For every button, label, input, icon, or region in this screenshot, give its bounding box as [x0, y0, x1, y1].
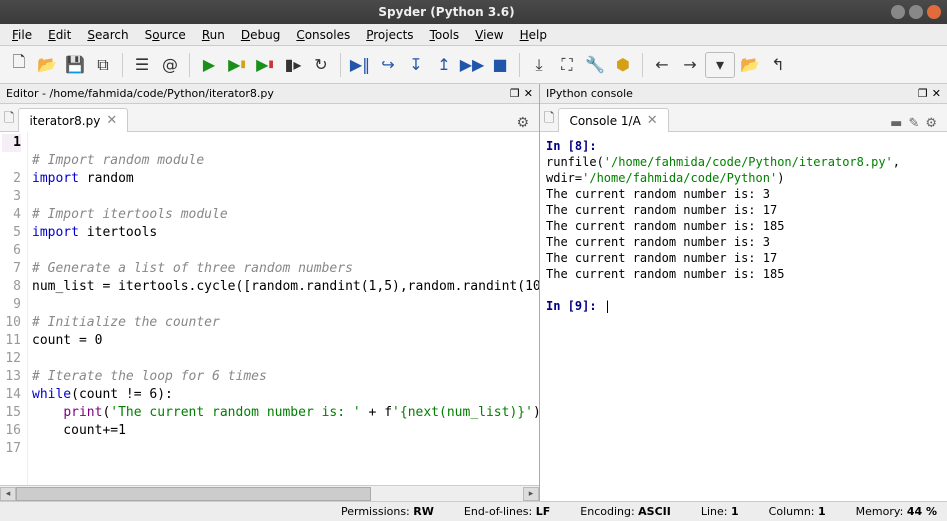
separator: [642, 53, 643, 77]
rerun-icon[interactable]: ↻: [308, 52, 334, 78]
continue-icon[interactable]: ▶▶: [459, 52, 485, 78]
editor-header: Editor - /home/fahmida/code/Python/itera…: [0, 84, 539, 104]
editor-header-title: Editor - /home/fahmida/code/Python/itera…: [6, 87, 510, 100]
parent-dir-icon[interactable]: ↰: [765, 52, 791, 78]
menu-run[interactable]: Run: [194, 26, 233, 44]
step-into-icon[interactable]: ↧: [403, 52, 429, 78]
browse-icon[interactable]: 📂: [737, 52, 763, 78]
menu-file[interactable]: File: [4, 26, 40, 44]
run-icon[interactable]: ▶: [196, 52, 222, 78]
maximize-pane-icon[interactable]: ⛶: [554, 52, 580, 78]
menu-help[interactable]: Help: [512, 26, 555, 44]
undock-icon[interactable]: ❐: [510, 87, 520, 100]
import-icon[interactable]: ⤓: [526, 52, 552, 78]
console-output[interactable]: In [8]: runfile('/home/fahmida/code/Pyth…: [540, 132, 947, 501]
save-icon[interactable]: 💾: [62, 52, 88, 78]
menubar: File Edit Search Source Run Debug Consol…: [0, 24, 947, 46]
python-icon[interactable]: ⬢: [610, 52, 636, 78]
outline-icon[interactable]: ☰: [129, 52, 155, 78]
status-column: Column: 1: [769, 505, 826, 518]
editor-tabs: 🗋 iterator8.py ✕ ⚙: [0, 104, 539, 132]
tab-close-icon[interactable]: ✕: [106, 113, 117, 128]
menu-debug[interactable]: Debug: [233, 26, 288, 44]
status-eol: End-of-lines: LF: [464, 505, 550, 518]
console-header-title: IPython console: [546, 87, 918, 100]
step-over-icon[interactable]: ↪: [375, 52, 401, 78]
console-list-icon[interactable]: 🗋: [544, 109, 554, 131]
status-permissions: Permissions: RW: [341, 505, 434, 518]
cwd-dropdown[interactable]: ▾: [705, 52, 735, 78]
step-out-icon[interactable]: ↥: [431, 52, 457, 78]
interrupt-icon[interactable]: ▬: [890, 116, 902, 131]
scroll-thumb[interactable]: [16, 487, 371, 501]
code-editor[interactable]: 1 2 3 4 5 6 7 8 9 10 11 12 13 14 15 16 1…: [0, 132, 539, 485]
console-tab-label: Console 1/A: [569, 114, 640, 128]
statusbar: Permissions: RW End-of-lines: LF Encodin…: [0, 501, 947, 521]
editor-tab-label: iterator8.py: [29, 114, 100, 128]
menu-search[interactable]: Search: [79, 26, 136, 44]
menu-projects[interactable]: Projects: [358, 26, 421, 44]
scroll-left-icon[interactable]: ◂: [0, 487, 16, 501]
close-pane-icon[interactable]: ✕: [932, 87, 941, 100]
gear-icon[interactable]: ⚙: [925, 116, 937, 131]
separator: [519, 53, 520, 77]
new-file-icon[interactable]: 🗋: [6, 52, 32, 78]
menu-edit[interactable]: Edit: [40, 26, 79, 44]
run-cell-icon[interactable]: ▶▮: [224, 52, 250, 78]
wrench-icon[interactable]: 🔧: [582, 52, 608, 78]
status-line: Line: 1: [701, 505, 739, 518]
save-all-icon[interactable]: ⧉: [90, 52, 116, 78]
run-cell-advance-icon[interactable]: ▶▮: [252, 52, 278, 78]
at-icon[interactable]: @: [157, 52, 183, 78]
separator: [189, 53, 190, 77]
menu-tools[interactable]: Tools: [422, 26, 468, 44]
file-list-icon[interactable]: 🗋: [4, 109, 14, 131]
minimize-icon[interactable]: [891, 5, 905, 19]
console-pane: IPython console ❐ ✕ 🗋 Console 1/A ✕ ▬ ✎ …: [540, 84, 947, 501]
debug-play-icon[interactable]: ▶‖: [347, 52, 373, 78]
window-titlebar: Spyder (Python 3.6): [0, 0, 947, 24]
console-header: IPython console ❐ ✕: [540, 84, 947, 104]
separator: [340, 53, 341, 77]
forward-icon[interactable]: →: [677, 52, 703, 78]
console-tabs: 🗋 Console 1/A ✕ ▬ ✎ ⚙: [540, 104, 947, 132]
back-icon[interactable]: ←: [649, 52, 675, 78]
tab-close-icon[interactable]: ✕: [647, 113, 658, 128]
scroll-right-icon[interactable]: ▸: [523, 487, 539, 501]
open-file-icon[interactable]: 📂: [34, 52, 60, 78]
gear-icon[interactable]: ⚙: [516, 115, 529, 131]
separator: [122, 53, 123, 77]
editor-pane: Editor - /home/fahmida/code/Python/itera…: [0, 84, 540, 501]
code-area[interactable]: # Import random module import random # I…: [28, 132, 539, 485]
run-selection-icon[interactable]: ▮▸: [280, 52, 306, 78]
window-title: Spyder (Python 3.6): [6, 5, 887, 19]
maximize-icon[interactable]: [909, 5, 923, 19]
status-encoding: Encoding: ASCII: [580, 505, 671, 518]
scroll-track[interactable]: [16, 487, 523, 501]
undock-icon[interactable]: ❐: [918, 87, 928, 100]
menu-consoles[interactable]: Consoles: [288, 26, 358, 44]
stop-icon[interactable]: ■: [487, 52, 513, 78]
menu-view[interactable]: View: [467, 26, 511, 44]
main-area: Editor - /home/fahmida/code/Python/itera…: [0, 84, 947, 501]
line-gutter: 1 2 3 4 5 6 7 8 9 10 11 12 13 14 15 16 1…: [0, 132, 28, 485]
status-memory: Memory: 44 %: [856, 505, 937, 518]
console-tab[interactable]: Console 1/A ✕: [558, 108, 668, 132]
clear-icon[interactable]: ✎: [908, 116, 919, 131]
toolbar: 🗋 📂 💾 ⧉ ☰ @ ▶ ▶▮ ▶▮ ▮▸ ↻ ▶‖ ↪ ↧ ↥ ▶▶ ■ ⤓…: [0, 46, 947, 84]
editor-tab[interactable]: iterator8.py ✕: [18, 108, 128, 132]
menu-source[interactable]: Source: [137, 26, 194, 44]
close-icon[interactable]: [927, 5, 941, 19]
close-pane-icon[interactable]: ✕: [524, 87, 533, 100]
horizontal-scrollbar[interactable]: ◂ ▸: [0, 485, 539, 501]
